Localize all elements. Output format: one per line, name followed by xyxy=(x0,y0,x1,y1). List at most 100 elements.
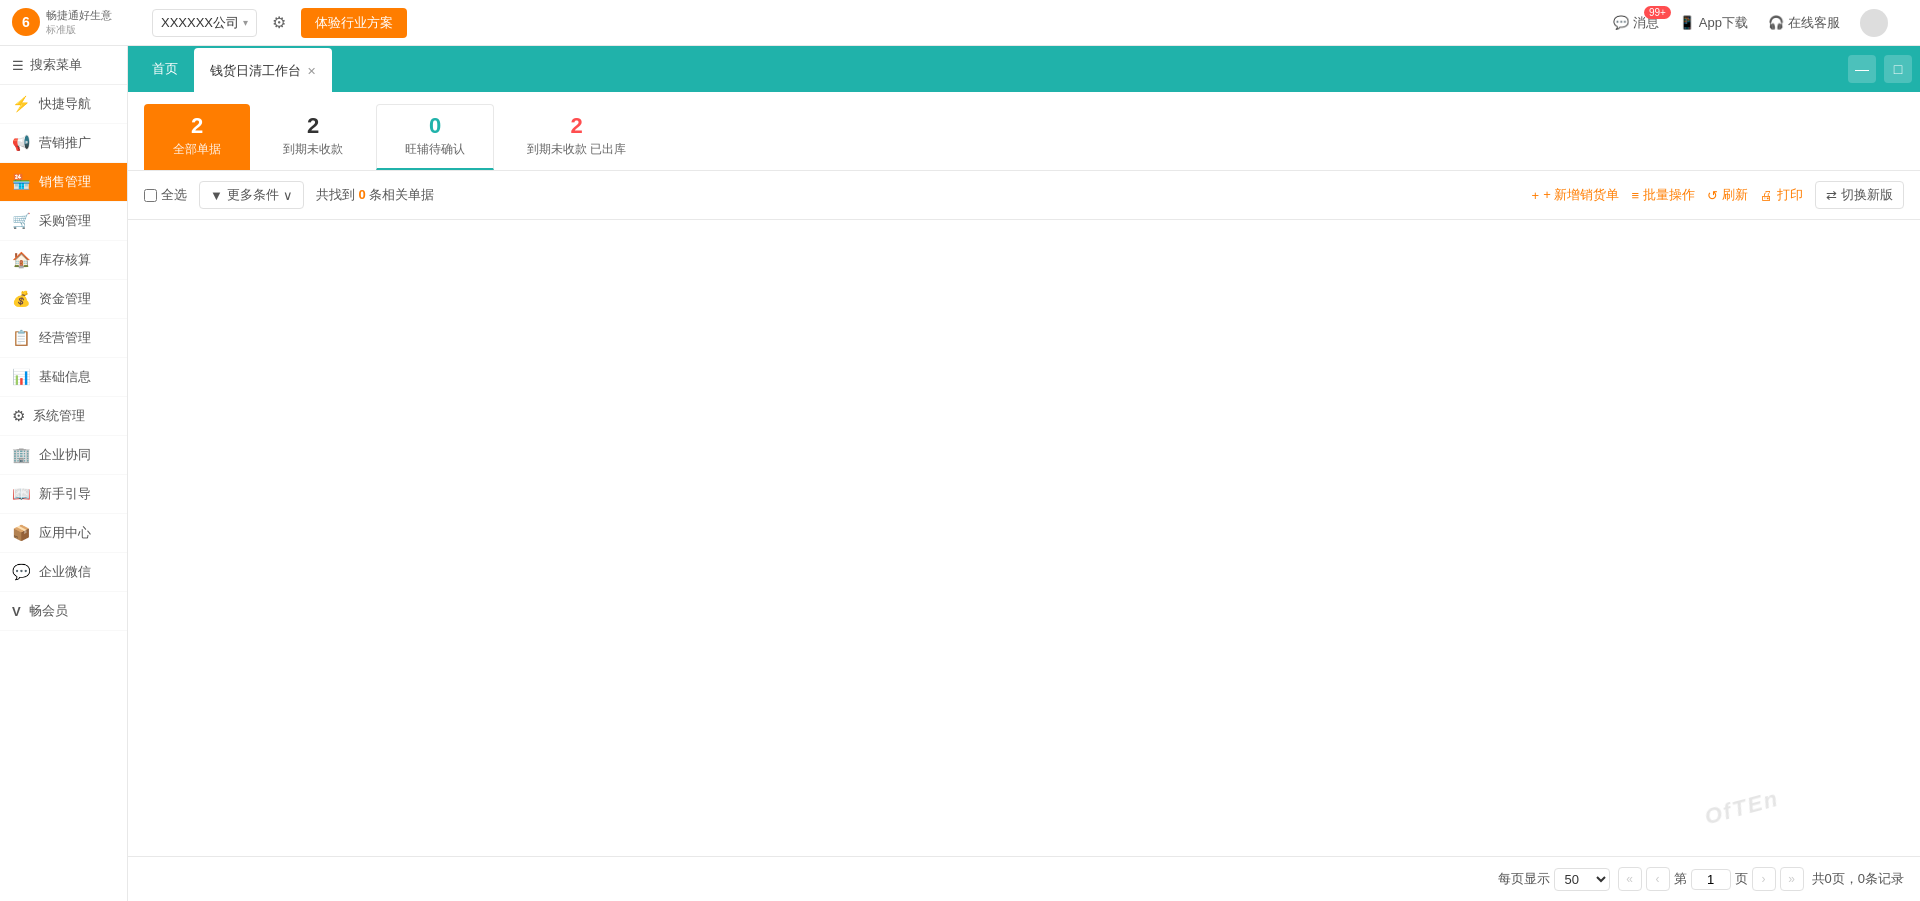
page-input[interactable] xyxy=(1691,869,1731,890)
tab-minimize-button[interactable]: — xyxy=(1848,55,1876,83)
inventory-icon: 🏠 xyxy=(12,251,31,269)
per-page-select[interactable]: 50 100 200 xyxy=(1554,868,1610,891)
first-page-button[interactable]: « xyxy=(1618,867,1642,891)
page-nav: « ‹ 第 页 › » xyxy=(1618,867,1804,891)
basic-info-icon: 📊 xyxy=(12,368,31,386)
stat-tabs: 2 全部单据 2 到期未收款 0 旺辅待确认 2 到期未收款 已出库 xyxy=(128,92,1920,171)
select-all-checkbox[interactable]: 全选 xyxy=(144,186,187,204)
finance-icon: 💰 xyxy=(12,290,31,308)
marketing-icon: 📢 xyxy=(12,134,31,152)
stat-tab-overdue-shipped[interactable]: 2 到期未收款 已出库 xyxy=(498,104,655,170)
sidebar-item-label: 库存核算 xyxy=(39,251,91,269)
company-name: XXXXXX公司 xyxy=(161,14,239,32)
pagination-bar: 每页显示 50 100 200 « ‹ 第 页 › » 共0页，0条记录 xyxy=(128,856,1920,901)
top-header: 6 畅捷通好生意 标准版 XXXXXX公司 ▾ ⚙ 体验行业方案 💬 消息 99… xyxy=(0,0,1920,46)
sidebar-item-app-center[interactable]: 📦 应用中心 xyxy=(0,514,127,553)
filter-icon: ▼ xyxy=(210,188,223,203)
switch-icon: ⇄ xyxy=(1826,188,1837,203)
settings-button[interactable]: ⚙ xyxy=(265,9,293,37)
avatar[interactable] xyxy=(1860,9,1888,37)
sidebar-item-member[interactable]: V 畅会员 xyxy=(0,592,127,631)
app-version: 标准版 xyxy=(46,23,112,37)
sidebar-item-basic-info[interactable]: 📊 基础信息 xyxy=(0,358,127,397)
prev-page-button[interactable]: ‹ xyxy=(1646,867,1670,891)
app-download-button[interactable]: 📱 App下载 xyxy=(1679,14,1748,32)
select-all-input[interactable] xyxy=(144,189,157,202)
toolbar: 全选 ▼ 更多条件 ∨ 共找到 0 条相关单据 + + 新增销货单 ≡ 批量操作… xyxy=(128,171,1920,220)
service-icon: 🎧 xyxy=(1768,15,1784,30)
total-label: 共0页，0条记录 xyxy=(1812,870,1904,888)
search-icon: ☰ xyxy=(12,58,24,73)
member-icon: V xyxy=(12,604,21,619)
stat-overdue-shipped-count: 2 xyxy=(571,113,583,139)
switch-version-button[interactable]: ⇄ 切换新版 xyxy=(1815,181,1904,209)
sidebar-item-wechat[interactable]: 💬 企业微信 xyxy=(0,553,127,592)
tab-maximize-button[interactable]: □ xyxy=(1884,55,1912,83)
sidebar-item-finance[interactable]: 💰 资金管理 xyxy=(0,280,127,319)
page-suffix-label: 页 xyxy=(1735,870,1748,888)
next-page-button[interactable]: › xyxy=(1752,867,1776,891)
sidebar-item-inventory[interactable]: 🏠 库存核算 xyxy=(0,241,127,280)
refresh-icon: ↺ xyxy=(1707,188,1718,203)
sales-icon: 🏪 xyxy=(12,173,31,191)
message-button[interactable]: 💬 消息 99+ xyxy=(1613,14,1659,32)
sidebar-item-marketing[interactable]: 📢 营销推广 xyxy=(0,124,127,163)
stat-all-count: 2 xyxy=(191,113,203,139)
stat-tab-wangwang[interactable]: 0 旺辅待确认 xyxy=(376,104,494,170)
sidebar-item-quick-nav[interactable]: ⚡ 快捷导航 xyxy=(0,85,127,124)
add-sales-order-button[interactable]: + + 新增销货单 xyxy=(1532,186,1620,204)
company-selector[interactable]: XXXXXX公司 ▾ xyxy=(152,9,257,37)
sidebar-item-purchase[interactable]: 🛒 采购管理 xyxy=(0,202,127,241)
sidebar-item-label: 企业微信 xyxy=(39,563,91,581)
main-content: 2 全部单据 2 到期未收款 0 旺辅待确认 2 到期未收款 已出库 全选 ▼ … xyxy=(128,92,1920,901)
guide-icon: 📖 xyxy=(12,485,31,503)
sidebar-item-enterprise[interactable]: 🏢 企业协同 xyxy=(0,436,127,475)
stat-overdue-label: 到期未收款 xyxy=(283,141,343,158)
table-area xyxy=(128,220,1920,856)
sidebar-item-label: 基础信息 xyxy=(39,368,91,386)
sidebar-item-operations[interactable]: 📋 经营管理 xyxy=(0,319,127,358)
sidebar-item-system[interactable]: ⚙ 系统管理 xyxy=(0,397,127,436)
stat-tab-overdue[interactable]: 2 到期未收款 xyxy=(254,104,372,170)
search-label: 搜索菜单 xyxy=(30,56,82,74)
sidebar-item-sales[interactable]: 🏪 销售管理 xyxy=(0,163,127,202)
found-text: 共找到 0 条相关单据 xyxy=(316,186,434,204)
select-all-label: 全选 xyxy=(161,186,187,204)
sidebar-item-label: 畅会员 xyxy=(29,602,68,620)
wechat-icon: 💬 xyxy=(12,563,31,581)
tab-home[interactable]: 首页 xyxy=(136,46,194,92)
sidebar-item-label: 营销推广 xyxy=(39,134,91,152)
chevron-down-icon: ▾ xyxy=(243,17,248,28)
found-count: 0 xyxy=(359,187,366,202)
refresh-button[interactable]: ↺ 刷新 xyxy=(1707,186,1748,204)
tab-workbench-label: 钱货日清工作台 xyxy=(210,62,301,80)
maximize-icon: □ xyxy=(1894,61,1902,77)
sidebar-search[interactable]: ☰ 搜索菜单 xyxy=(0,46,127,85)
sidebar-item-guide[interactable]: 📖 新手引导 xyxy=(0,475,127,514)
filter-button[interactable]: ▼ 更多条件 ∨ xyxy=(199,181,304,209)
batch-operation-button[interactable]: ≡ 批量操作 xyxy=(1631,186,1695,204)
print-button[interactable]: 🖨 打印 xyxy=(1760,186,1803,204)
tab-close-button[interactable]: ✕ xyxy=(307,65,316,78)
sidebar-item-label: 新手引导 xyxy=(39,485,91,503)
purchase-icon: 🛒 xyxy=(12,212,31,230)
stat-all-label: 全部单据 xyxy=(173,141,221,158)
sidebar-item-label: 应用中心 xyxy=(39,524,91,542)
online-service-button[interactable]: 🎧 在线客服 xyxy=(1768,14,1840,32)
minimize-icon: — xyxy=(1855,61,1869,77)
system-icon: ⚙ xyxy=(12,407,25,425)
plus-icon: + xyxy=(1532,188,1540,203)
stat-overdue-shipped-label1: 到期未收款 已出库 xyxy=(527,141,626,158)
tab-workbench[interactable]: 钱货日清工作台 ✕ xyxy=(194,48,332,94)
sidebar-item-label: 系统管理 xyxy=(33,407,85,425)
stat-tab-all[interactable]: 2 全部单据 xyxy=(144,104,250,170)
tabs-right-actions: — □ xyxy=(1848,55,1912,83)
last-page-button[interactable]: » xyxy=(1780,867,1804,891)
page-size-selector: 每页显示 50 100 200 xyxy=(1498,868,1610,891)
sidebar-item-label: 企业协同 xyxy=(39,446,91,464)
page-prefix-label: 第 xyxy=(1674,870,1687,888)
sidebar-item-label: 销售管理 xyxy=(39,173,91,191)
trial-button[interactable]: 体验行业方案 xyxy=(301,8,407,38)
sidebar-item-label: 资金管理 xyxy=(39,290,91,308)
batch-icon: ≡ xyxy=(1631,188,1639,203)
